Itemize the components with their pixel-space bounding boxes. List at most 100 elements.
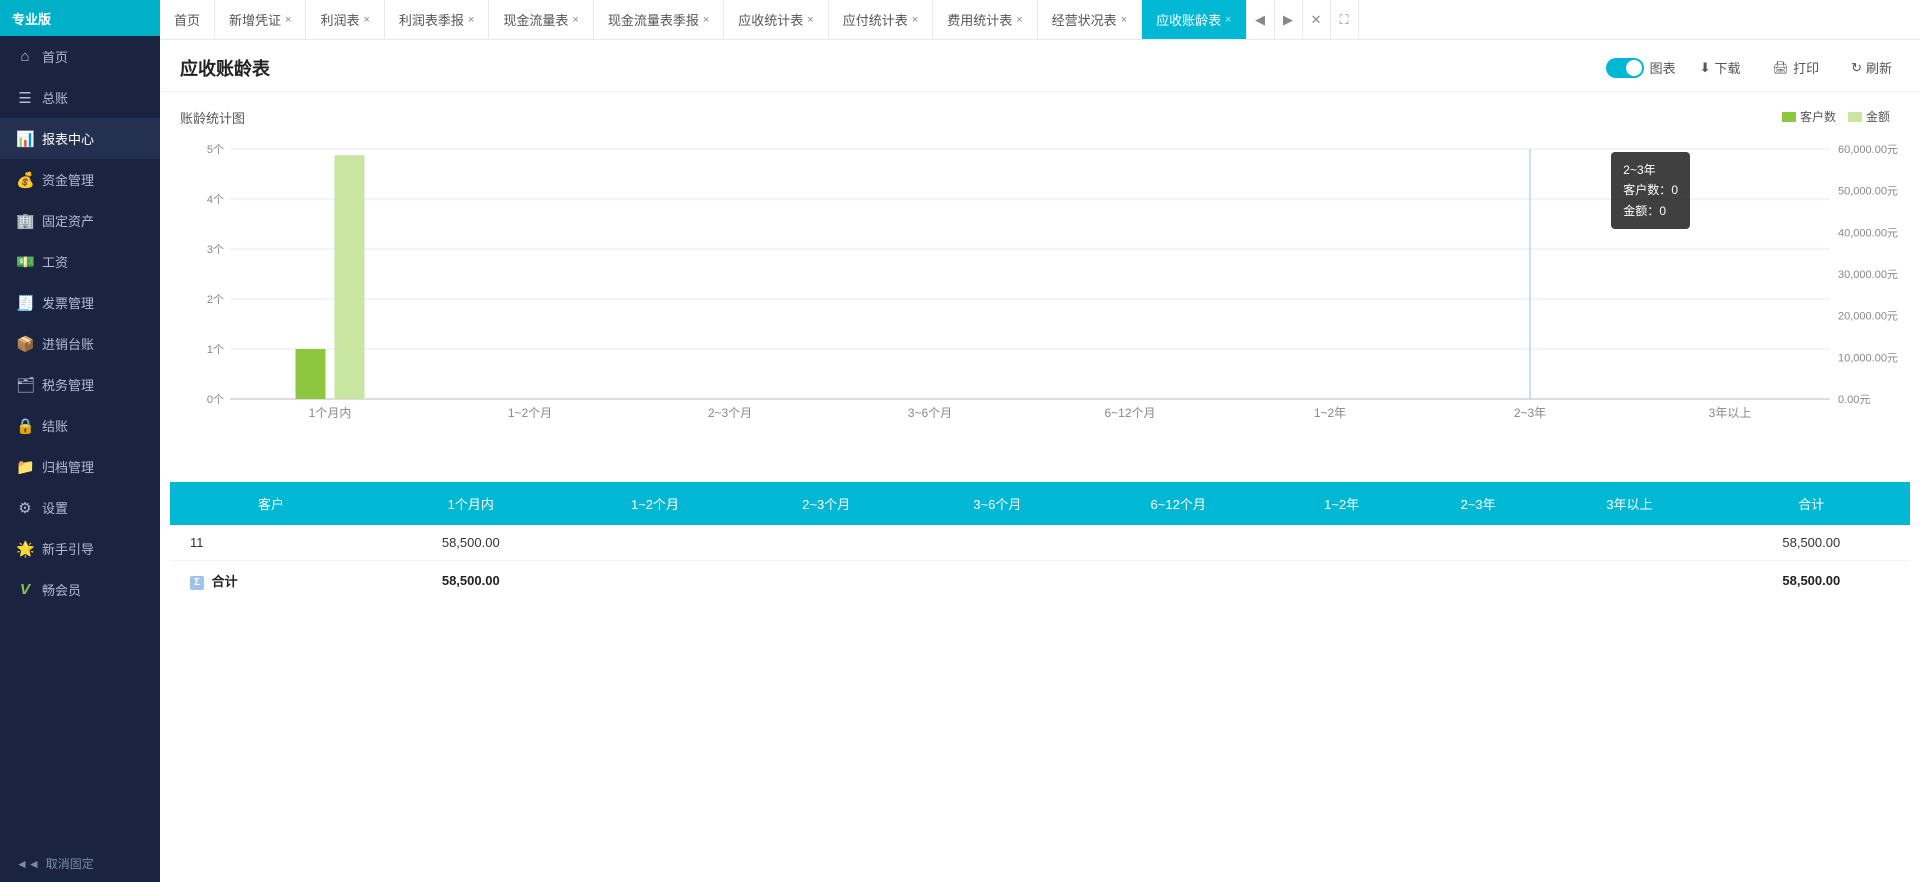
chart-area: 账龄统计图 客户数 金额 0个1个2个3个4个5个0.00元10,000.00元… — [160, 92, 1920, 482]
svg-text:5个: 5个 — [207, 143, 224, 156]
refresh-btn[interactable]: ↻ 刷新 — [1843, 54, 1900, 81]
reports-icon: 📊 — [16, 130, 34, 148]
cell-m36 — [912, 525, 1083, 561]
tab-close-ap-stat[interactable]: × — [912, 14, 918, 26]
settings-icon: ⚙ — [16, 499, 34, 517]
tab-ar-aging[interactable]: 应收账龄表 × — [1142, 0, 1246, 40]
cell-m612 — [1083, 525, 1274, 561]
legend-amount: 金额 — [1848, 108, 1890, 125]
cell-customer: 11 — [170, 525, 372, 561]
print-btn[interactable]: 🖨 打印 — [1765, 54, 1828, 81]
sidebar-item-guide[interactable]: 🌟 新手引导 — [0, 528, 160, 569]
legend-customers: 客户数 — [1782, 108, 1836, 125]
tab-close-cashflow[interactable]: × — [572, 14, 578, 26]
footer-label: Σ 合计 — [170, 561, 372, 601]
svg-text:2个: 2个 — [207, 293, 224, 306]
page-header: 应收账龄表 图表 ⬇ 下载 🖨 打印 ↻ 刷新 — [160, 40, 1920, 92]
tab-operation-stat[interactable]: 经营状况表 × — [1038, 0, 1142, 40]
svg-text:50,000.00元: 50,000.00元 — [1838, 186, 1898, 198]
cell-m1: 58,500.00 — [372, 525, 569, 561]
col-header-m23: 2~3个月 — [741, 482, 912, 525]
tab-cashflow-quarter[interactable]: 现金流量表季报 × — [594, 0, 724, 40]
col-header-y23: 2~3年 — [1410, 482, 1546, 525]
cell-y3plus — [1546, 525, 1712, 561]
tab-close-voucher[interactable]: × — [285, 14, 291, 26]
chart-title: 账龄统计图 — [180, 108, 1900, 127]
sales-icon: 📦 — [16, 335, 34, 353]
tab-close-ar-stat[interactable]: × — [807, 14, 813, 26]
sidebar-item-invoice[interactable]: 🧾 发票管理 — [0, 282, 160, 323]
svg-text:20,000.00元: 20,000.00元 — [1838, 311, 1898, 323]
svg-text:30,000.00元: 30,000.00元 — [1838, 269, 1898, 281]
sidebar-item-member[interactable]: V 畅会员 — [0, 569, 160, 610]
tab-close-operation-stat[interactable]: × — [1121, 14, 1127, 26]
svg-text:4个: 4个 — [207, 193, 224, 206]
tabs-close-all-btn[interactable]: ✕ — [1303, 0, 1331, 40]
tab-expense-stat[interactable]: 费用统计表 × — [933, 0, 1037, 40]
payroll-icon: 💵 — [16, 253, 34, 271]
sidebar-item-closing[interactable]: 🔒 结账 — [0, 405, 160, 446]
refresh-icon: ↻ — [1851, 60, 1862, 76]
tab-close-profit[interactable]: × — [363, 14, 369, 26]
svg-text:40,000.00元: 40,000.00元 — [1838, 227, 1898, 239]
tab-home[interactable]: 首页 — [160, 0, 215, 40]
tabs-next-btn[interactable]: ▶ — [1275, 0, 1303, 40]
tab-voucher[interactable]: 新增凭证 × — [215, 0, 306, 40]
svg-text:1~2年: 1~2年 — [1314, 406, 1346, 420]
tab-cashflow[interactable]: 现金流量表 × — [489, 0, 593, 40]
sidebar-item-payroll[interactable]: 💵 工资 — [0, 241, 160, 282]
sidebar-item-reports[interactable]: 📊 报表中心 — [0, 118, 160, 159]
closing-icon: 🔒 — [16, 417, 34, 435]
assets-icon: 🏢 — [16, 212, 34, 230]
chart-toggle-label: 图表 — [1650, 58, 1676, 77]
content-area: 应收账龄表 图表 ⬇ 下载 🖨 打印 ↻ 刷新 — [160, 40, 1920, 882]
archive-icon: 📁 — [16, 458, 34, 476]
download-btn[interactable]: ⬇ 下载 — [1692, 54, 1749, 81]
toggle-track[interactable] — [1606, 58, 1644, 78]
col-header-y3plus: 3年以上 — [1546, 482, 1712, 525]
tab-ap-stat[interactable]: 应付统计表 × — [829, 0, 933, 40]
tabs-bar: 首页 新增凭证 × 利润表 × 利润表季报 × 现金流量表 × 现金流量表季报 … — [160, 0, 1920, 40]
legend-amount-color — [1848, 112, 1862, 122]
tab-close-expense-stat[interactable]: × — [1016, 14, 1022, 26]
sidebar-item-home[interactable]: ⌂ 首页 — [0, 36, 160, 77]
col-header-m1: 1个月内 — [372, 482, 569, 525]
tabs-expand-btn[interactable]: ⛶ — [1331, 0, 1359, 40]
funds-icon: 💰 — [16, 171, 34, 189]
tab-ar-stat[interactable]: 应收统计表 × — [724, 0, 828, 40]
svg-text:3个: 3个 — [207, 243, 224, 256]
sidebar-item-sales[interactable]: 📦 进销台账 — [0, 323, 160, 364]
sidebar-item-settings[interactable]: ⚙ 设置 — [0, 487, 160, 528]
chart-toggle[interactable]: 图表 — [1606, 58, 1676, 78]
table-header: 客户 1个月内 1~2个月 2~3个月 3~6个月 6~12个月 1~2年 2~… — [170, 482, 1910, 525]
sidebar-item-archive[interactable]: 📁 归档管理 — [0, 446, 160, 487]
tab-profit[interactable]: 利润表 × — [306, 0, 384, 40]
svg-text:2~3年: 2~3年 — [1514, 406, 1546, 420]
main-area: 首页 新增凭证 × 利润表 × 利润表季报 × 现金流量表 × 现金流量表季报 … — [160, 0, 1920, 882]
svg-text:6~12个月: 6~12个月 — [1104, 406, 1155, 420]
sidebar-item-funds[interactable]: 💰 资金管理 — [0, 159, 160, 200]
footer-y12 — [1273, 561, 1409, 601]
table-footer: Σ 合计 58,500.00 58,500.00 — [170, 561, 1910, 601]
cell-y23 — [1410, 525, 1546, 561]
sidebar-pin-toggle[interactable]: ◄◄ 取消固定 — [0, 845, 160, 882]
svg-text:3年以上: 3年以上 — [1709, 406, 1752, 420]
tab-profit-quarter[interactable]: 利润表季报 × — [385, 0, 489, 40]
page-title: 应收账龄表 — [180, 55, 270, 81]
svg-text:60,000.00元: 60,000.00元 — [1838, 144, 1898, 156]
footer-y23 — [1410, 561, 1546, 601]
tab-close-profit-quarter[interactable]: × — [468, 14, 474, 26]
sidebar-item-ledger[interactable]: ☰ 总账 — [0, 77, 160, 118]
tab-close-ar-aging[interactable]: × — [1225, 14, 1231, 26]
col-header-customer: 客户 — [170, 482, 372, 525]
svg-text:10,000.00元: 10,000.00元 — [1838, 352, 1898, 364]
sidebar-item-assets[interactable]: 🏢 固定资产 — [0, 200, 160, 241]
tax-icon: 🗂 — [16, 376, 34, 394]
download-icon: ⬇ — [1700, 60, 1711, 76]
tab-close-cashflow-quarter[interactable]: × — [703, 14, 709, 26]
table-row: 11 58,500.00 58,500.00 — [170, 525, 1910, 561]
invoice-icon: 🧾 — [16, 294, 34, 312]
sidebar-logo: 专业版 — [0, 0, 160, 36]
sidebar-item-tax[interactable]: 🗂 税务管理 — [0, 364, 160, 405]
tabs-prev-btn[interactable]: ◀ — [1247, 0, 1275, 40]
